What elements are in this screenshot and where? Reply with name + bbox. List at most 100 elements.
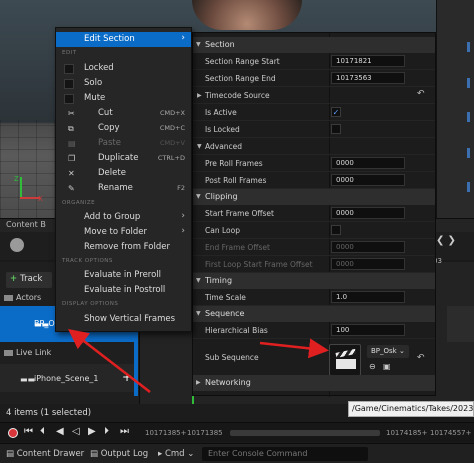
x-axis-label: X bbox=[38, 195, 43, 203]
folder-actors-label: Actors bbox=[16, 293, 42, 302]
prop-label: Section Range Start bbox=[205, 57, 280, 66]
shortcut: CTRL+D bbox=[157, 154, 185, 162]
networking-header[interactable]: ▶ Networking bbox=[193, 375, 435, 391]
cut-icon: ✂ bbox=[68, 109, 75, 118]
menu-item-evaluate-postroll[interactable]: Evaluate in Postroll bbox=[56, 283, 191, 298]
end-frame-offset-field: 0000 bbox=[331, 241, 405, 253]
menu-label: Locked bbox=[84, 63, 114, 73]
delete-icon: ✕ bbox=[68, 169, 75, 178]
section-range-start-field[interactable]: 10171821 bbox=[331, 55, 405, 67]
add-track-button[interactable]: + Track bbox=[6, 272, 52, 288]
panel-marker bbox=[467, 42, 470, 52]
menu-item-move-to-folder[interactable]: Move to Folder › bbox=[56, 225, 191, 240]
paste-icon: ▤ bbox=[68, 139, 76, 148]
menu-item-copy[interactable]: ⧉ Copy CMD+C bbox=[56, 121, 191, 136]
menu-item-locked[interactable]: Locked bbox=[56, 61, 191, 76]
prop-label: Time Scale bbox=[205, 293, 246, 302]
menu-item-duplicate[interactable]: ❐ Duplicate CTRL+D bbox=[56, 151, 191, 166]
viewport-right-panel bbox=[436, 0, 474, 222]
track-row-iphone[interactable]: ▬▬ iPhone_Scene_1 + bbox=[0, 364, 138, 392]
menu-item-show-vertical-frames[interactable]: Show Vertical Frames bbox=[56, 312, 191, 327]
can-loop-checkbox[interactable] bbox=[331, 225, 341, 235]
prop-label: Advanced bbox=[205, 142, 243, 151]
menu-item-rename[interactable]: ✎ Rename F2 bbox=[56, 181, 191, 196]
panel-marker bbox=[467, 148, 470, 158]
duplicate-icon: ❐ bbox=[68, 154, 76, 163]
menu-item-edit-section[interactable]: Edit Section › bbox=[56, 32, 191, 47]
panel-marker bbox=[467, 182, 470, 192]
track-row-iphone-label: iPhone_Scene_1 bbox=[34, 374, 99, 383]
prop-label: Pre Roll Frames bbox=[205, 159, 263, 168]
menu-label: Duplicate bbox=[98, 153, 139, 163]
console-command-input[interactable]: Enter Console Command bbox=[202, 447, 368, 461]
sequence-header[interactable]: ▼ Sequence bbox=[193, 306, 435, 322]
networking-header-label: Networking bbox=[205, 378, 251, 387]
plus-icon: + bbox=[10, 274, 18, 284]
cmd-button[interactable]: ▸ Cmd ⌄ bbox=[158, 449, 194, 459]
menu-item-evaluate-preroll[interactable]: Evaluate in Preroll bbox=[56, 268, 191, 283]
use-selected-icon[interactable]: ⊖ bbox=[369, 362, 376, 371]
menu-item-delete[interactable]: ✕ Delete bbox=[56, 166, 191, 181]
prop-end-frame-offset: End Frame Offset 0000 bbox=[193, 239, 435, 256]
is-active-checkbox[interactable]: ✓ bbox=[331, 107, 341, 117]
menu-item-mute[interactable]: Mute bbox=[56, 91, 191, 106]
jump-end-icon[interactable]: ⏭ bbox=[120, 426, 129, 437]
time-scale-field[interactable]: 1.0 bbox=[331, 291, 405, 303]
transport-bar: ⏮ ⏴ ◀ ◁ ▶ ⏵ ⏭ 10171385+ 10171385 1017418… bbox=[0, 422, 474, 442]
step-back-key-icon[interactable]: ⏴ bbox=[40, 426, 45, 437]
section-range-end-field[interactable]: 10173563 bbox=[331, 72, 405, 84]
rename-icon: ✎ bbox=[68, 184, 75, 193]
post-roll-field[interactable]: 0000 bbox=[331, 174, 405, 186]
prop-label: End Frame Offset bbox=[205, 243, 270, 252]
prop-label: Is Locked bbox=[205, 125, 240, 134]
prop-timecode-source[interactable]: ▶ Timecode Source ↶ bbox=[193, 87, 435, 104]
timing-header[interactable]: ▼ Timing bbox=[193, 273, 435, 289]
jump-start-icon[interactable]: ⏮ bbox=[24, 426, 33, 437]
mute-checkbox[interactable] bbox=[64, 94, 74, 104]
menu-item-add-to-group[interactable]: Add to Group › bbox=[56, 210, 191, 225]
menu-item-paste: ▤ Paste CMD+V bbox=[56, 136, 191, 151]
solo-checkbox[interactable] bbox=[64, 79, 74, 89]
output-log-button[interactable]: ▤ Output Log bbox=[90, 449, 148, 459]
reset-icon[interactable]: ↶ bbox=[417, 353, 425, 363]
submenu-arrow-icon: › bbox=[181, 211, 185, 221]
section-header[interactable]: ▼ Section bbox=[193, 37, 435, 53]
menu-label: Copy bbox=[98, 123, 120, 133]
content-drawer-button[interactable]: ▤ Content Drawer bbox=[6, 449, 84, 459]
prop-advanced[interactable]: ▼ Advanced bbox=[193, 138, 435, 155]
menu-item-cut[interactable]: ✂ Cut CMD+X bbox=[56, 106, 191, 121]
expand-arrows-icon[interactable]: ❮ ❯ bbox=[436, 235, 456, 246]
sub-sequence-dropdown[interactable]: BP_Osk ⌄ bbox=[367, 345, 409, 358]
prop-time-scale: Time Scale 1.0 bbox=[193, 289, 435, 306]
sphere-icon[interactable] bbox=[10, 238, 24, 252]
sub-sequence-thumbnail[interactable] bbox=[329, 344, 361, 376]
submenu-arrow-icon: › bbox=[181, 33, 185, 43]
menu-item-remove-from-folder[interactable]: Remove from Folder bbox=[56, 240, 191, 255]
play-reverse-icon[interactable]: ◁ bbox=[72, 426, 80, 437]
is-locked-checkbox[interactable] bbox=[331, 124, 341, 134]
menu-label: Move to Folder bbox=[84, 227, 147, 237]
step-back-icon[interactable]: ◀ bbox=[56, 426, 64, 437]
menu-item-solo[interactable]: Solo bbox=[56, 76, 191, 91]
hierarchical-bias-field[interactable]: 100 bbox=[331, 324, 405, 336]
browse-icon[interactable]: ▣ bbox=[383, 362, 391, 371]
record-button[interactable] bbox=[8, 428, 18, 438]
locked-checkbox[interactable] bbox=[64, 64, 74, 74]
step-forward-icon[interactable]: ⏵ bbox=[104, 426, 109, 437]
pre-roll-field[interactable]: 0000 bbox=[331, 157, 405, 169]
viewport-character-head bbox=[192, 0, 302, 30]
timeline-scrubber[interactable] bbox=[230, 430, 380, 436]
play-icon[interactable]: ▶ bbox=[88, 426, 96, 437]
start-frame-offset-field[interactable]: 0000 bbox=[331, 207, 405, 219]
menu-label: Delete bbox=[98, 168, 126, 178]
reset-icon[interactable]: ↶ bbox=[417, 89, 425, 99]
bottom-bar: ▤ Content Drawer ▤ Output Log ▸ Cmd ⌄ En… bbox=[0, 443, 474, 463]
add-icon[interactable]: + bbox=[122, 370, 132, 384]
first-loop-offset-field: 0000 bbox=[331, 258, 405, 270]
clipping-header[interactable]: ▼ Clipping bbox=[193, 189, 435, 205]
shortcut: CMD+C bbox=[159, 124, 185, 132]
prop-label: Can Loop bbox=[205, 226, 240, 235]
shortcut: F2 bbox=[177, 184, 185, 192]
folder-live-link[interactable]: Live Link bbox=[0, 346, 140, 360]
menu-label: Evaluate in Preroll bbox=[84, 270, 162, 280]
